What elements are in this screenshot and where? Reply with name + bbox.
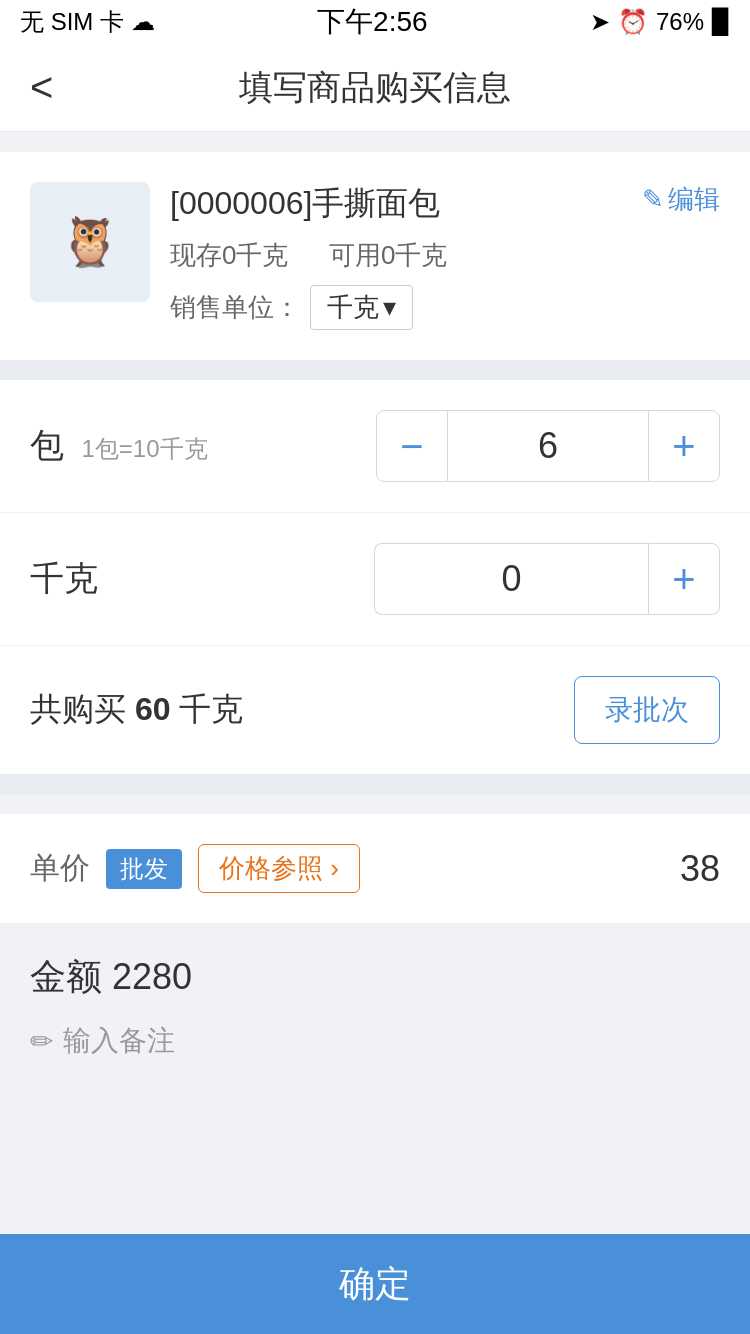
time-label: 下午2:56 [317, 3, 428, 41]
unit-chevron-icon: ▾ [383, 292, 396, 323]
package-plus-button[interactable]: + [648, 410, 720, 482]
kg-qty-control: + [374, 543, 720, 615]
amount-row: 金额 2280 [30, 953, 720, 1002]
amount-section: 金额 2280 ✏ 输入备注 [0, 923, 750, 1090]
total-unit-label: 千克 [179, 691, 243, 727]
product-name: [0000006]手撕面包 [170, 182, 720, 226]
total-row: 共购买 60 千克 录批次 [0, 646, 750, 774]
amount-number: 2280 [112, 956, 192, 997]
total-label: 共购买 [30, 691, 126, 727]
battery-label: 76% [656, 8, 704, 36]
price-tag: 批发 [106, 849, 182, 889]
product-image: 🦉 [30, 182, 150, 302]
nav-bar: < 填写商品购买信息 [0, 44, 750, 132]
amount-label: 金额 [30, 956, 102, 997]
package-hint: 1包=10千克 [81, 435, 207, 462]
input-section: 包 1包=10千克 − + 千克 + [0, 380, 750, 646]
package-qty-control: − + [376, 410, 720, 482]
product-logo: 🦉 [60, 214, 120, 270]
package-label: 包 1包=10千克 [30, 423, 356, 469]
product-stock: 现存0千克 可用0千克 [170, 238, 720, 273]
status-right: ➤ ⏰ 76% ▉ [590, 8, 730, 36]
edit-icon: ✎ [642, 184, 664, 215]
edit-label: 编辑 [668, 182, 720, 217]
price-label: 单价 [30, 848, 90, 889]
kg-row: 千克 + [0, 513, 750, 646]
total-text: 共购买 60 千克 [30, 688, 243, 732]
price-section: 单价 批发 价格参照 › 38 [0, 814, 750, 923]
note-icon: ✏ [30, 1025, 53, 1058]
location-icon: ➤ [590, 8, 610, 36]
page-title: 填写商品购买信息 [239, 65, 511, 111]
kg-plus-button[interactable]: + [648, 543, 720, 615]
edit-button[interactable]: ✎ 编辑 [642, 182, 720, 217]
price-value: 38 [680, 848, 720, 890]
package-minus-button[interactable]: − [376, 410, 448, 482]
product-card: 🦉 [0000006]手撕面包 现存0千克 可用0千克 销售单位： 千克 ▾ ✎… [0, 152, 750, 360]
price-ref-button[interactable]: 价格参照 › [198, 844, 360, 893]
product-info: [0000006]手撕面包 现存0千克 可用0千克 销售单位： 千克 ▾ [170, 182, 720, 330]
total-amount-value: 60 [135, 691, 171, 727]
back-button[interactable]: < [30, 65, 53, 110]
batch-button[interactable]: 录批次 [574, 676, 720, 744]
available-value: 可用0千克 [329, 240, 447, 270]
kg-qty-input[interactable] [374, 543, 648, 615]
unit-value: 千克 [327, 290, 379, 325]
sim-label: 无 SIM 卡 ☁ [20, 6, 155, 38]
status-left: 无 SIM 卡 ☁ [20, 6, 155, 38]
confirm-button[interactable]: 确定 [0, 1234, 750, 1334]
product-unit: 销售单位： 千克 ▾ [170, 285, 720, 330]
kg-label: 千克 [30, 556, 354, 602]
package-qty-input[interactable] [448, 410, 648, 482]
unit-label: 销售单位： [170, 290, 300, 325]
divider-2 [0, 774, 750, 794]
note-label: 输入备注 [63, 1022, 175, 1060]
alarm-icon: ⏰ [618, 8, 648, 36]
available-label [296, 240, 322, 270]
note-row[interactable]: ✏ 输入备注 [30, 1022, 720, 1060]
stock-label: 现存0千克 [170, 240, 288, 270]
divider-1 [0, 360, 750, 380]
unit-select[interactable]: 千克 ▾ [310, 285, 413, 330]
status-bar: 无 SIM 卡 ☁ 下午2:56 ➤ ⏰ 76% ▉ [0, 0, 750, 44]
battery-icon: ▉ [712, 8, 730, 36]
package-row: 包 1包=10千克 − + [0, 380, 750, 513]
